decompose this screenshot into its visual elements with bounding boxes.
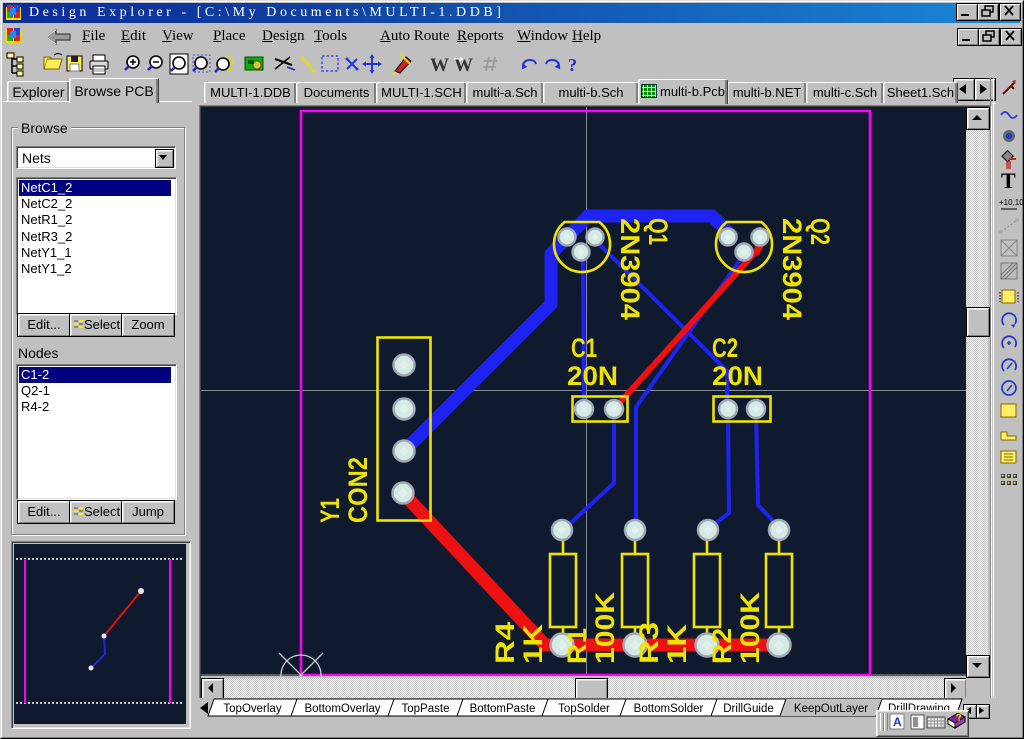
svg-text:20N: 20N	[567, 361, 618, 391]
svg-text:2N3904: 2N3904	[615, 218, 645, 320]
svg-text:DrillGuide: DrillGuide	[723, 703, 774, 715]
svg-text:A: A	[893, 715, 902, 729]
svg-text:C2: C2	[712, 333, 738, 363]
svg-text:100K: 100K	[735, 591, 765, 664]
svg-text:1K: 1K	[518, 623, 548, 664]
svg-text:20N: 20N	[712, 361, 763, 391]
svg-text:C1: C1	[571, 333, 597, 363]
svg-text:W: W	[430, 55, 449, 76]
svg-text:R4: R4	[490, 622, 520, 664]
svg-text:TopOverlay: TopOverlay	[223, 703, 281, 715]
svg-text:2N3904: 2N3904	[777, 218, 807, 320]
svg-text:?: ?	[568, 55, 577, 75]
svg-text:R1: R1	[562, 628, 592, 664]
svg-text:BottomOverlay: BottomOverlay	[304, 703, 380, 715]
svg-text:W: W	[454, 55, 473, 76]
svg-text:Q1: Q1	[643, 218, 673, 245]
svg-text:BottomSolder: BottomSolder	[634, 703, 704, 715]
svg-text:TopSolder: TopSolder	[558, 703, 610, 715]
svg-text:Q2: Q2	[805, 218, 835, 245]
svg-text:KeepOutLayer: KeepOutLayer	[794, 703, 868, 715]
svg-text:+10,10: +10,10	[999, 198, 1024, 207]
svg-text:1K: 1K	[662, 623, 692, 664]
svg-text:Y1: Y1	[315, 498, 345, 523]
svg-text:R3: R3	[634, 622, 664, 664]
svg-text:BottomPaste: BottomPaste	[470, 703, 536, 715]
svg-text:R2: R2	[707, 628, 737, 664]
svg-text:100K: 100K	[590, 591, 620, 664]
svg-text:CON2: CON2	[343, 457, 373, 523]
svg-text:T: T	[1001, 168, 1016, 193]
svg-text:TopPaste: TopPaste	[402, 703, 450, 715]
